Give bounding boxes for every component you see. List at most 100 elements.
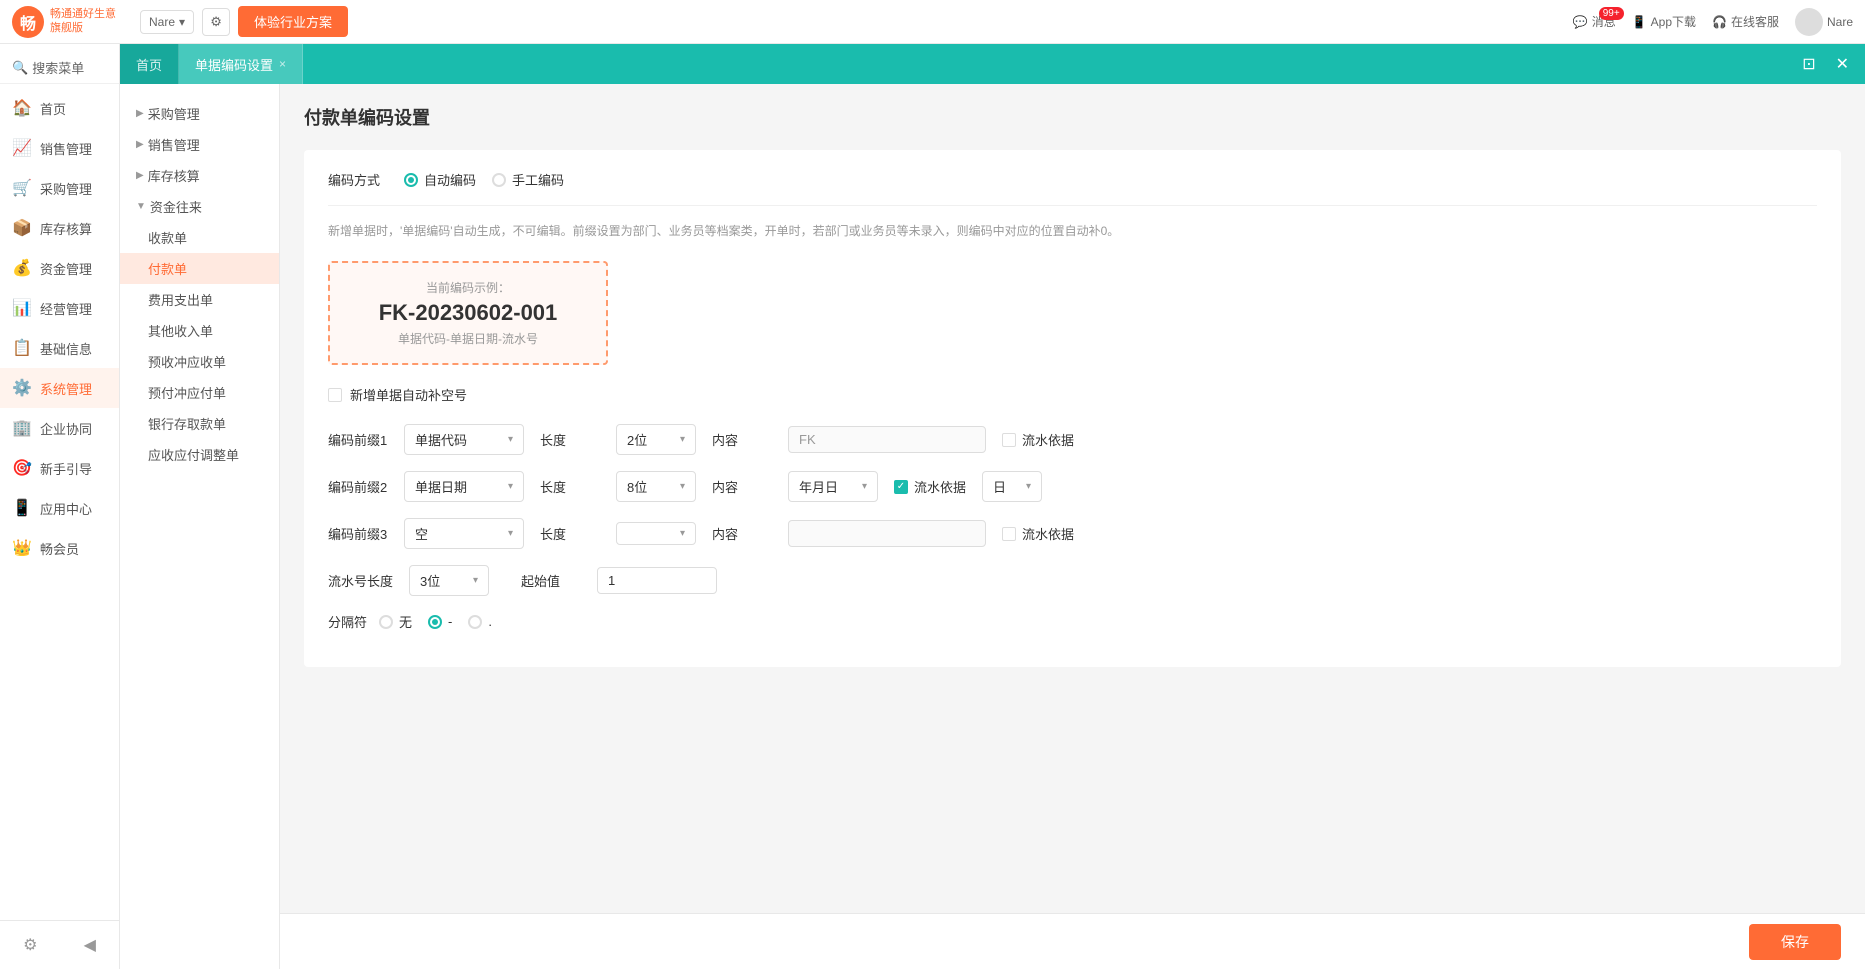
right-content: 付款单编码设置 编码方式 自动编码 [280, 84, 1865, 969]
company-dropdown[interactable]: Nare ▾ [140, 10, 194, 34]
prefix3-select[interactable]: 空 ▾ [404, 518, 524, 549]
message-icon: 💬 [1573, 15, 1588, 29]
operations-icon: 📊 [12, 298, 32, 318]
left-nav-section: ▶ 采购管理 ▶ 销售管理 ▶ 库存核算 ▼ 资金往来 [120, 92, 279, 476]
serial-start-input[interactable] [597, 567, 717, 594]
prefix3-content-label: 内容 [712, 524, 772, 543]
sidebar-item-sales[interactable]: 📈 销售管理 [0, 128, 119, 168]
left-nav-bank[interactable]: 银行存取款单 [120, 408, 279, 439]
user-menu[interactable]: Nare [1795, 8, 1853, 36]
tab-encoding[interactable]: 单据编码设置 × [179, 44, 303, 84]
left-nav-prepay-pay-offset[interactable]: 预付冲应付单 [120, 377, 279, 408]
prefix3-label: 编码前缀3 [328, 524, 388, 543]
auto-fill-checkbox[interactable] [328, 388, 342, 402]
avatar [1795, 8, 1823, 36]
sidebar-collapse-button[interactable]: ◀ [74, 929, 106, 961]
left-nav-finance[interactable]: ▼ 资金往来 [120, 191, 279, 222]
sidebar-item-home[interactable]: 🏠 首页 [0, 88, 119, 128]
sidebar-item-appcenter[interactable]: 📱 应用中心 [0, 488, 119, 528]
prefix2-length-value: 8位 [627, 477, 647, 496]
prefix1-length-label: 长度 [540, 430, 600, 449]
left-nav-inventory[interactable]: ▶ 库存核算 [120, 160, 279, 191]
content-body: ▶ 采购管理 ▶ 销售管理 ▶ 库存核算 ▼ 资金往来 [120, 84, 1865, 969]
sidebar-item-member[interactable]: 👑 畅会员 [0, 528, 119, 568]
serial-length-select[interactable]: 3位 ▾ [409, 565, 489, 596]
prefix2-select[interactable]: 单据日期 ▾ [404, 471, 524, 502]
left-nav-prepay-offset[interactable]: 预收冲应收单 [120, 346, 279, 377]
separator-none-dot [379, 615, 393, 629]
sidebar-item-guide[interactable]: 🎯 新手引导 [0, 448, 119, 488]
prefix3-serial-label: 流水依据 [1022, 524, 1074, 543]
prefix1-row: 编码前缀1 单据代码 ▾ 长度 2位 ▾ 内容 [328, 424, 1817, 455]
prefix3-serial-checkbox[interactable] [1002, 527, 1016, 541]
left-nav-purchase[interactable]: ▶ 采购管理 [120, 98, 279, 129]
trial-button[interactable]: 体验行业方案 [238, 6, 348, 37]
sidebar-item-inventory[interactable]: 📦 库存核算 [0, 208, 119, 248]
separator-dot-radio[interactable]: . [468, 614, 492, 629]
prefix2-serial-check: ✓ 流水依据 [894, 477, 966, 496]
sidebar-item-purchase[interactable]: 🛒 采购管理 [0, 168, 119, 208]
logo-icon: 畅 [12, 6, 44, 38]
prefix1-select[interactable]: 单据代码 ▾ [404, 424, 524, 455]
tab-maximize-button[interactable]: ⊡ [1794, 50, 1823, 78]
separator-none-radio[interactable]: 无 [379, 612, 412, 631]
prefix1-label: 编码前缀1 [328, 430, 388, 449]
prefix1-length-select[interactable]: 2位 ▾ [616, 424, 696, 455]
left-nav-adjustment-label: 应收应付调整单 [148, 448, 239, 463]
prefix2-content-label: 内容 [712, 477, 772, 496]
preview-sub: 单据代码-单据日期-流水号 [354, 330, 582, 347]
enterprise-icon: 🏢 [12, 418, 32, 438]
prefix2-serial-checkbox[interactable]: ✓ [894, 480, 908, 494]
prefix1-length-value: 2位 [627, 430, 647, 449]
tab-home[interactable]: 首页 [120, 44, 179, 84]
online-service-button[interactable]: 🎧 在线客服 [1712, 13, 1779, 30]
sidebar-settings-button[interactable]: ⚙ [13, 929, 47, 961]
content-wrapper: 首页 单据编码设置 × ⊡ ✕ ▶ 采购管理 [120, 44, 1865, 969]
sidebar-item-label: 采购管理 [40, 179, 92, 198]
sidebar-item-operations[interactable]: 📊 经营管理 [0, 288, 119, 328]
prefix2-unit-value: 日 [993, 477, 1006, 496]
prefix2-length-select[interactable]: 8位 ▾ [616, 471, 696, 502]
left-nav-bank-label: 银行存取款单 [148, 417, 226, 432]
prefix2-content-arrow-icon: ▾ [862, 481, 867, 492]
prefix1-serial-checkbox[interactable] [1002, 433, 1016, 447]
left-nav-inventory-label: 库存核算 [148, 166, 200, 185]
tab-encoding-label: 单据编码设置 [195, 55, 273, 74]
prefix2-label: 编码前缀2 [328, 477, 388, 496]
app-download-button[interactable]: 📱 App下载 [1632, 13, 1696, 30]
sidebar-item-finance[interactable]: 💰 资金管理 [0, 248, 119, 288]
left-nav-adjustment[interactable]: 应收应付调整单 [120, 439, 279, 470]
left-nav-receipt-label: 收款单 [148, 231, 187, 246]
separator-dash-radio[interactable]: - [428, 614, 452, 629]
encoding-method-label: 编码方式 [328, 170, 380, 189]
inventory-icon: 📦 [12, 218, 32, 238]
sidebar-item-label: 基础信息 [40, 339, 92, 358]
left-nav-receipt[interactable]: 收款单 [120, 222, 279, 253]
sidebar-item-basic[interactable]: 📋 基础信息 [0, 328, 119, 368]
auto-encoding-radio[interactable]: 自动编码 [404, 170, 476, 189]
left-nav-other-income[interactable]: 其他收入单 [120, 315, 279, 346]
sidebar-item-enterprise[interactable]: 🏢 企业协同 [0, 408, 119, 448]
prefix2-serial-label: 流水依据 [914, 477, 966, 496]
manual-encoding-radio[interactable]: 手工编码 [492, 170, 564, 189]
message-button[interactable]: 💬 消息 99+ [1573, 13, 1616, 30]
left-nav-payment[interactable]: 付款单 [120, 253, 279, 284]
prefix3-serial-check: 流水依据 [1002, 524, 1074, 543]
encoding-radio-group: 自动编码 手工编码 [404, 170, 564, 189]
prefix2-unit-select[interactable]: 日 ▾ [982, 471, 1042, 502]
search-menu-button[interactable]: 🔍 搜索菜单 [0, 52, 119, 84]
left-nav-sales[interactable]: ▶ 销售管理 [120, 129, 279, 160]
save-button[interactable]: 保存 [1749, 924, 1841, 960]
prefix3-content-input [788, 520, 986, 547]
manual-encoding-radio-dot [492, 173, 506, 187]
left-nav-expense[interactable]: 费用支出单 [120, 284, 279, 315]
sidebar-item-label: 首页 [40, 99, 66, 118]
tab-close-icon[interactable]: × [279, 57, 286, 71]
prefix3-length-select[interactable]: ▾ [616, 522, 696, 545]
chevron-right-icon: ▶ [136, 108, 144, 119]
main-content: 付款单编码设置 编码方式 自动编码 [280, 84, 1865, 913]
sidebar-item-system[interactable]: ⚙️ 系统管理 [0, 368, 119, 408]
prefix2-content-select[interactable]: 年月日 ▾ [788, 471, 878, 502]
tab-close-all-button[interactable]: ✕ [1828, 50, 1857, 78]
settings-icon[interactable]: ⚙ [202, 8, 230, 36]
